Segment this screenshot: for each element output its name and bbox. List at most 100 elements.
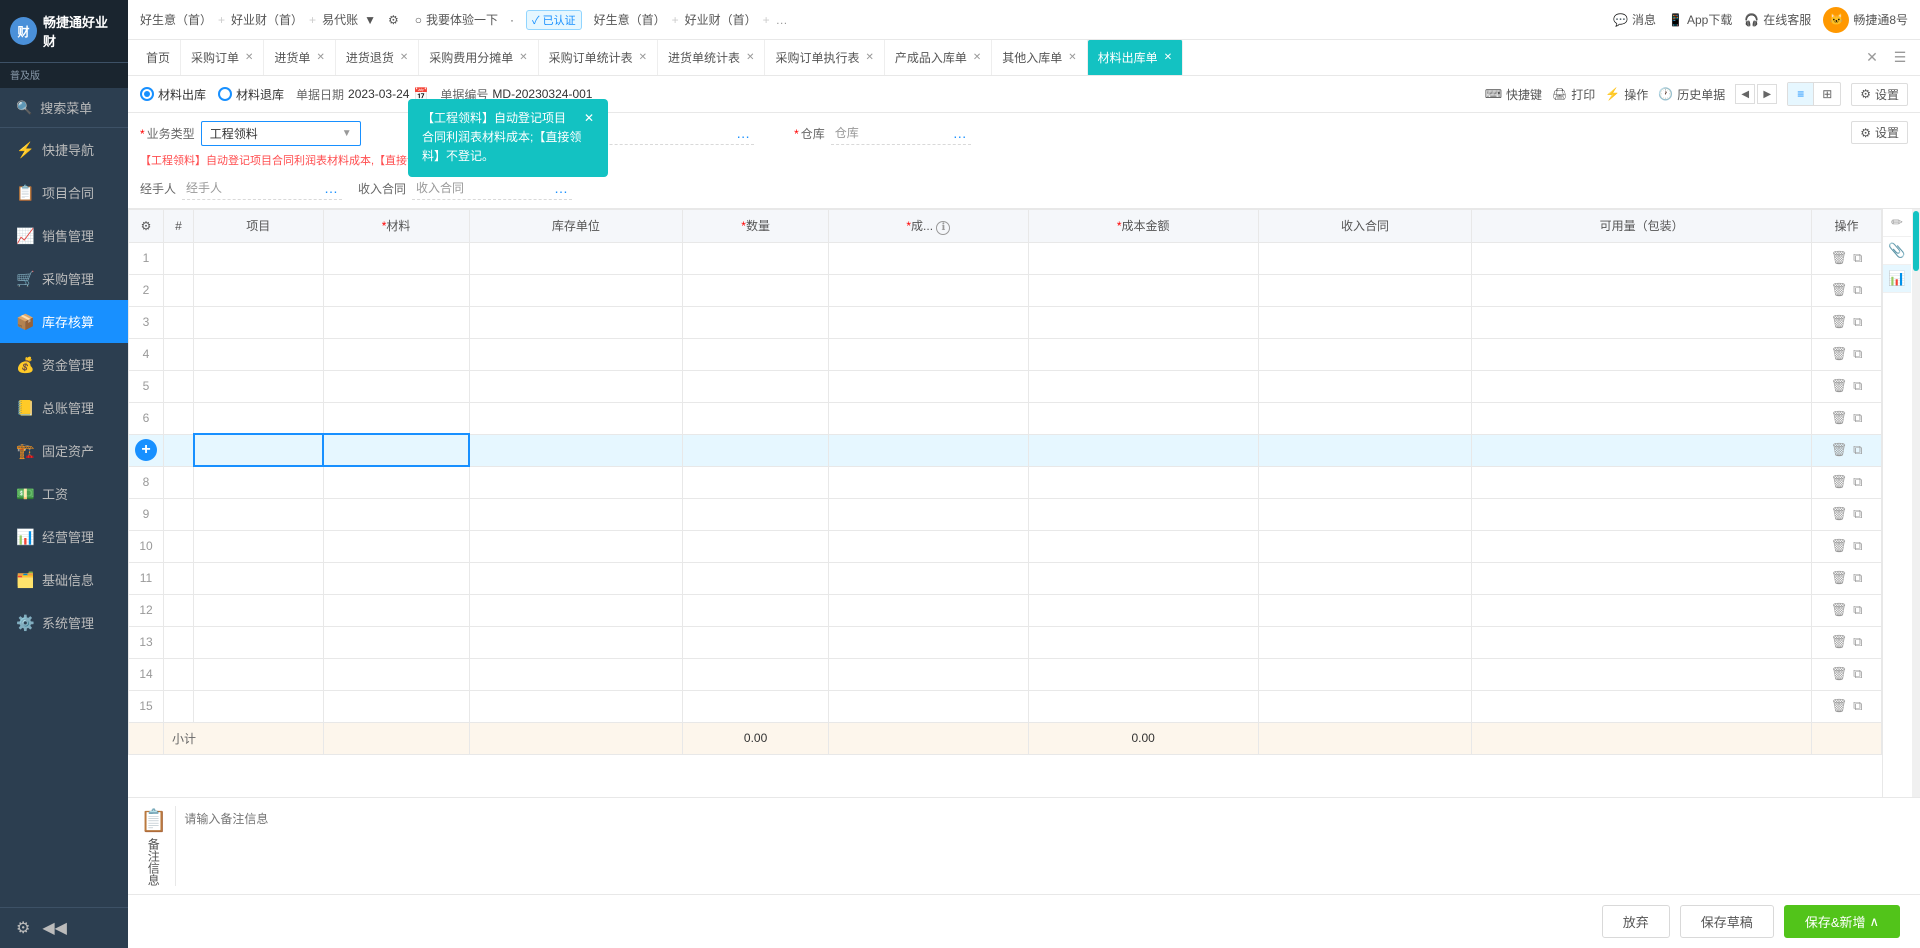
delete-icon[interactable]: 🗑	[1831, 474, 1848, 490]
print-btn[interactable]: 🖨 打印	[1552, 86, 1595, 103]
top-nav-item-3[interactable]: 易代账	[322, 11, 358, 28]
app-download-btn[interactable]: 📱 App下载	[1668, 11, 1732, 28]
top-nav-settings-icon[interactable]: ⚙	[388, 13, 399, 27]
copy-icon[interactable]: ⧉	[1853, 666, 1862, 682]
tab-incoming-stat[interactable]: 进货单统计表 ✕	[658, 40, 765, 76]
delete-icon[interactable]: 🗑	[1831, 506, 1848, 522]
add-row-btn[interactable]: +	[135, 439, 157, 461]
message-btn[interactable]: 💬 消息	[1613, 11, 1656, 28]
top-nav-item-4[interactable]: 好生意（首）	[594, 11, 666, 28]
radio-material-out[interactable]: 材料出库	[140, 86, 206, 103]
view-table-btn[interactable]: ⊞	[1814, 83, 1840, 105]
right-scrollbar[interactable]	[1912, 209, 1920, 797]
view-form-btn[interactable]: ≡	[1788, 83, 1814, 105]
tab-expense[interactable]: 采购费用分摊单 ✕	[419, 40, 538, 76]
delete-icon[interactable]: 🗑	[1831, 666, 1848, 682]
tab-purchase-stat[interactable]: 采购订单统计表 ✕	[539, 40, 658, 76]
copy-icon[interactable]: ⧉	[1853, 506, 1862, 522]
copy-icon[interactable]: ⧉	[1853, 378, 1862, 394]
tab-return[interactable]: 进货退货 ✕	[336, 40, 419, 76]
right-tool-edit[interactable]: ✏	[1883, 209, 1911, 237]
top-nav-more[interactable]: …	[776, 13, 788, 27]
copy-icon[interactable]: ⧉	[1853, 410, 1862, 426]
save-draft-button[interactable]: 保存草稿	[1680, 905, 1774, 938]
next-doc-btn[interactable]: ▶	[1757, 84, 1777, 104]
sidebar-item-project[interactable]: 📋 项目合同	[0, 171, 128, 214]
sidebar-item-payroll[interactable]: 💵 工资	[0, 472, 128, 515]
copy-icon[interactable]: ⧉	[1853, 570, 1862, 586]
sidebar-item-quicknav[interactable]: ⚡ 快捷导航	[0, 128, 128, 171]
operate-btn[interactable]: ⚡ 操作	[1605, 86, 1648, 103]
copy-icon[interactable]: ⧉	[1853, 698, 1862, 714]
quick-key-btn[interactable]: ⌨ 快捷键	[1485, 86, 1542, 103]
tab-return-close[interactable]: ✕	[400, 52, 408, 63]
delete-icon[interactable]: 🗑	[1831, 442, 1848, 458]
sidebar-item-assets[interactable]: 🏗️ 固定资产	[0, 429, 128, 472]
doc-date-value[interactable]: 2023-03-24	[348, 87, 409, 101]
delete-icon[interactable]: 🗑	[1831, 602, 1848, 618]
tab-purchase-order[interactable]: 采购订单 ✕	[181, 40, 264, 76]
tab-close-all-btn[interactable]: ✕	[1860, 46, 1884, 70]
delete-icon[interactable]: 🗑	[1831, 378, 1848, 394]
sidebar-item-operation[interactable]: 📊 经营管理	[0, 515, 128, 558]
tab-other-in[interactable]: 其他入库单 ✕	[992, 40, 1087, 76]
tab-other-in-close[interactable]: ✕	[1068, 52, 1076, 63]
delete-icon[interactable]: 🗑	[1831, 634, 1848, 650]
delete-icon[interactable]: 🗑	[1831, 250, 1848, 266]
right-tool-data[interactable]: 📊	[1883, 265, 1911, 293]
tab-more-btn[interactable]: ☰	[1888, 46, 1912, 70]
tab-product-in-close[interactable]: ✕	[973, 52, 981, 63]
note-input[interactable]	[184, 806, 1908, 846]
try-label-item[interactable]: ○ 我要体验一下	[415, 11, 498, 28]
tab-material-out[interactable]: 材料出库单 ✕	[1088, 40, 1183, 76]
delete-icon[interactable]: 🗑	[1831, 346, 1848, 362]
tab-product-in[interactable]: 产成品入库单 ✕	[885, 40, 992, 76]
tab-incoming[interactable]: 进货单 ✕	[264, 40, 335, 76]
tooltip-close-btn[interactable]: ✕	[584, 109, 594, 128]
delete-icon[interactable]: 🗑	[1831, 314, 1848, 330]
search-menu[interactable]: 🔍 搜索菜单	[0, 88, 128, 128]
cost-info-icon[interactable]: ℹ	[936, 221, 950, 235]
copy-icon[interactable]: ⧉	[1853, 314, 1862, 330]
delete-icon[interactable]: 🗑	[1831, 698, 1848, 714]
tab-exec[interactable]: 采购订单执行表 ✕	[765, 40, 884, 76]
top-nav-dropdown[interactable]: ▼	[364, 13, 376, 27]
tab-incoming-stat-close[interactable]: ✕	[746, 52, 754, 63]
settings-icon[interactable]: ⚙	[16, 918, 30, 938]
collapse-icon[interactable]: ◀◀	[42, 918, 67, 938]
delete-icon[interactable]: 🗑	[1831, 538, 1848, 554]
tab-material-out-close[interactable]: ✕	[1164, 52, 1172, 63]
handler-input[interactable]: 经手人 …	[182, 176, 342, 200]
prev-doc-btn[interactable]: ◀	[1735, 84, 1755, 104]
sidebar-item-system[interactable]: ⚙️ 系统管理	[0, 601, 128, 644]
tab-expense-close[interactable]: ✕	[519, 52, 527, 63]
tab-home[interactable]: 首页	[136, 40, 181, 76]
top-nav-item-1[interactable]: 好生意（首）	[140, 11, 212, 28]
biz-type-select[interactable]: 工程领料 ▼	[201, 121, 361, 146]
radio-material-return[interactable]: 材料退库	[218, 86, 284, 103]
tab-incoming-close[interactable]: ✕	[316, 52, 324, 63]
sidebar-item-sales[interactable]: 📈 销售管理	[0, 214, 128, 257]
right-tool-clip[interactable]: 📎	[1883, 237, 1911, 265]
discard-button[interactable]: 放弃	[1602, 905, 1670, 938]
income-contract-input[interactable]: 收入合同 …	[412, 176, 572, 200]
sidebar-item-ledger[interactable]: 📒 总账管理	[0, 386, 128, 429]
delete-icon[interactable]: 🗑	[1831, 570, 1848, 586]
delete-icon[interactable]: 🗑	[1831, 282, 1848, 298]
scrollbar-thumb[interactable]	[1913, 211, 1919, 271]
user-profile[interactable]: 🐱 畅捷通8号	[1823, 7, 1908, 33]
copy-icon[interactable]: ⧉	[1853, 442, 1862, 458]
sidebar-item-baseinfo[interactable]: 🗂️ 基础信息	[0, 558, 128, 601]
warehouse-input[interactable]: 仓库 …	[831, 121, 971, 145]
sidebar-item-purchase[interactable]: 🛒 采购管理	[0, 257, 128, 300]
copy-icon[interactable]: ⧉	[1853, 634, 1862, 650]
online-service-btn[interactable]: 🎧 在线客服	[1744, 11, 1811, 28]
top-nav-item-5[interactable]: 好业财（首）	[685, 11, 757, 28]
page-settings-btn[interactable]: ⚙ 设置	[1851, 83, 1908, 106]
tab-purchase-stat-close[interactable]: ✕	[639, 52, 647, 63]
table-wrapper[interactable]: ⚙ # 项目 *材料 库存单位 *数量 *成... ℹ *成本金额 收入合同 可…	[128, 209, 1882, 797]
copy-icon[interactable]: ⧉	[1853, 538, 1862, 554]
top-nav-item-2[interactable]: 好业财（首）	[231, 11, 303, 28]
history-btn[interactable]: 🕐 历史单据	[1658, 86, 1725, 103]
form-settings-btn[interactable]: ⚙ 设置	[1851, 121, 1908, 144]
